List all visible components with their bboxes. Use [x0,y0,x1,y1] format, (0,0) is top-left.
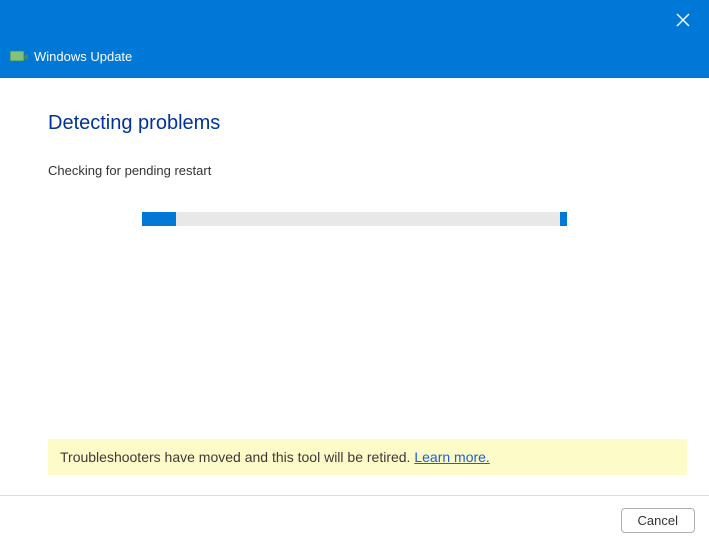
notice-text: Troubleshooters have moved and this tool… [60,449,414,465]
content-area: Detecting problems Checking for pending … [0,78,709,226]
app-title-wrap: Windows Update [10,49,132,64]
page-heading: Detecting problems [48,112,661,135]
titlebar: Windows Update [0,0,709,78]
app-title: Windows Update [34,49,132,64]
close-button[interactable] [671,8,695,32]
notice-bar: Troubleshooters have moved and this tool… [48,439,687,475]
close-icon [676,13,690,27]
footer: Cancel [0,495,709,545]
progress-indicator-end [560,212,567,226]
status-text: Checking for pending restart [48,163,661,178]
windows-update-icon [10,50,28,64]
progress-bar [142,212,567,226]
progress-indicator [142,212,176,226]
learn-more-link[interactable]: Learn more. [414,449,489,465]
progress-wrap [48,212,661,226]
cancel-button[interactable]: Cancel [621,508,695,533]
